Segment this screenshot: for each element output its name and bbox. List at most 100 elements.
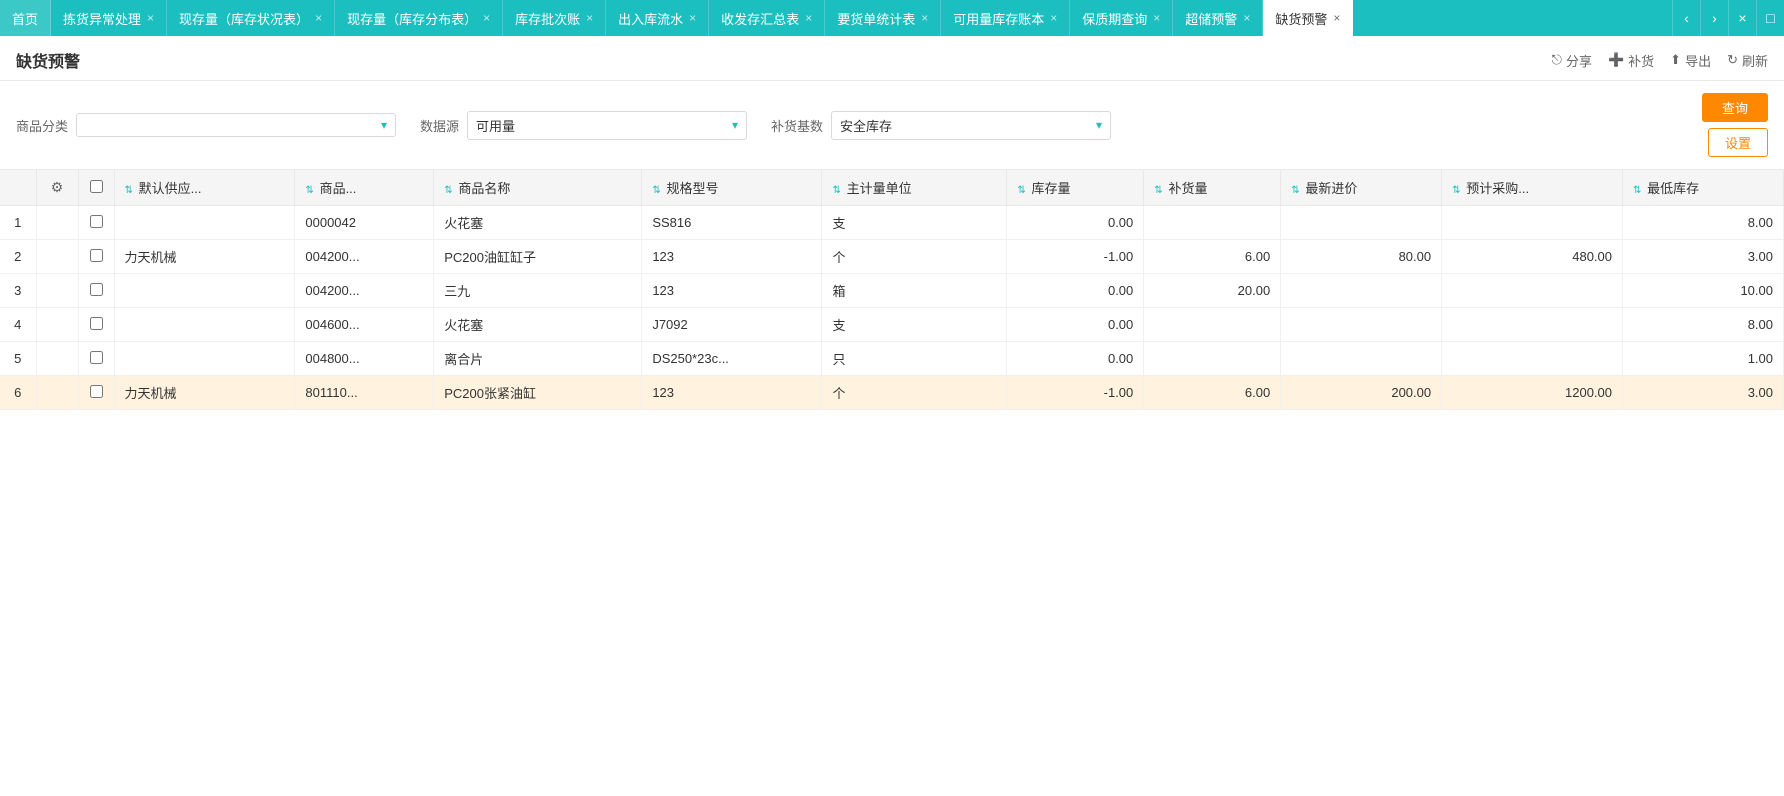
row-checkbox-cell-1: [78, 240, 114, 274]
tab-close-all[interactable]: ×: [1728, 0, 1756, 36]
tab-scroll-left[interactable]: ‹: [1672, 0, 1700, 36]
tab-close-10[interactable]: ×: [1243, 11, 1250, 25]
replenish-icon: ➕: [1608, 52, 1624, 68]
row-checkbox-2[interactable]: [90, 283, 103, 296]
select-all-checkbox[interactable]: [90, 180, 103, 193]
tab-label-4: 库存批次账: [515, 9, 580, 28]
tab-item-6[interactable]: 收发存汇总表×: [709, 0, 825, 36]
col-header-spec[interactable]: ⇅ 规格型号: [642, 170, 822, 206]
col-header-num: [0, 170, 36, 206]
row-checkbox-0[interactable]: [90, 215, 103, 228]
tab-close-6[interactable]: ×: [805, 11, 812, 25]
row-checkbox-3[interactable]: [90, 317, 103, 330]
cell-estimated_purchase-4: [1442, 342, 1623, 376]
cell-latest_price-2: [1281, 274, 1442, 308]
cell-min_stock-0: 8.00: [1623, 206, 1784, 240]
tab-item-8[interactable]: 可用量库存账本 ×: [941, 0, 1070, 36]
datasource-select[interactable]: 可用量 ▾: [467, 111, 747, 140]
row-checkbox-4[interactable]: [90, 351, 103, 364]
cell-spec-2: 123: [642, 274, 822, 308]
tab-item-4[interactable]: 库存批次账 ×: [503, 0, 606, 36]
replenish-select[interactable]: 安全库存 ▾: [831, 111, 1111, 140]
cell-estimated_purchase-2: [1442, 274, 1623, 308]
col-header-checkbox: [78, 170, 114, 206]
row-num-0: 1: [0, 206, 36, 240]
category-select[interactable]: ▾: [76, 113, 396, 137]
tab-item-9[interactable]: 保质期查询 ×: [1070, 0, 1173, 36]
col-header-min_stock[interactable]: ⇅ 最低库存: [1623, 170, 1784, 206]
row-checkbox-cell-2: [78, 274, 114, 308]
row-num-4: 5: [0, 342, 36, 376]
col-label-product_code: 商品...: [320, 181, 357, 196]
cell-product_code-0: 0000042: [295, 206, 434, 240]
cell-unit-5: 个: [822, 376, 1007, 410]
cell-replenish_qty-5: 6.00: [1144, 376, 1281, 410]
tab-item-10[interactable]: 超储预警×: [1173, 0, 1263, 36]
cell-stock-1: -1.00: [1007, 240, 1144, 274]
row-gear-3: [36, 308, 78, 342]
col-header-supplier[interactable]: ⇅ 默认供应...: [114, 170, 295, 206]
cell-stock-2: 0.00: [1007, 274, 1144, 308]
tab-close-5[interactable]: ×: [689, 11, 696, 25]
col-header-latest_price[interactable]: ⇅ 最新进价: [1281, 170, 1442, 206]
share-button[interactable]: ⎋ 分享: [1552, 51, 1592, 70]
query-button[interactable]: 查询: [1702, 93, 1768, 122]
cell-supplier-1: 力天机械: [114, 240, 295, 274]
cell-supplier-0: [114, 206, 295, 240]
cell-latest_price-1: 80.00: [1281, 240, 1442, 274]
tab-item-0[interactable]: 首页: [0, 0, 51, 36]
cell-product_name-0: 火花塞: [434, 206, 642, 240]
cell-unit-1: 个: [822, 240, 1007, 274]
table-row: 4004600...火花塞J7092支0.008.00: [0, 308, 1784, 342]
tab-item-3[interactable]: 现存量（库存分布表）×: [335, 0, 503, 36]
tab-close-2[interactable]: ×: [315, 11, 322, 25]
row-checkbox-1[interactable]: [90, 249, 103, 262]
tab-label-8: 可用量库存账本: [953, 9, 1044, 28]
replenish-filter-group: 补货基数 安全库存 ▾: [771, 111, 1111, 140]
tab-label-9: 保质期查询: [1082, 9, 1147, 28]
col-header-product_name[interactable]: ⇅ 商品名称: [434, 170, 642, 206]
tab-close-3[interactable]: ×: [483, 11, 490, 25]
cell-product_code-4: 004800...: [295, 342, 434, 376]
row-gear-5: [36, 376, 78, 410]
data-table: ⚙⇅ 默认供应...⇅ 商品...⇅ 商品名称⇅ 规格型号⇅ 主计量单位⇅ 库存…: [0, 170, 1784, 410]
table-body: 10000042火花塞SS816支0.008.002力天机械004200...P…: [0, 206, 1784, 410]
tab-item-5[interactable]: 出入库流水×: [606, 0, 709, 36]
col-header-unit[interactable]: ⇅ 主计量单位: [822, 170, 1007, 206]
cell-product_code-1: 004200...: [295, 240, 434, 274]
row-checkbox-5[interactable]: [90, 385, 103, 398]
tab-close-4[interactable]: ×: [586, 11, 593, 25]
settings-button[interactable]: 设置: [1708, 128, 1768, 157]
table-container: ⚙⇅ 默认供应...⇅ 商品...⇅ 商品名称⇅ 规格型号⇅ 主计量单位⇅ 库存…: [0, 170, 1784, 410]
tab-item-11[interactable]: 缺货预警×: [1263, 0, 1353, 36]
col-header-estimated_purchase[interactable]: ⇅ 预计采购...: [1442, 170, 1623, 206]
replenish-button[interactable]: ➕ 补货: [1608, 51, 1654, 70]
refresh-button[interactable]: ↻ 刷新: [1727, 51, 1768, 70]
gear-col-icon[interactable]: ⚙: [51, 179, 64, 195]
tab-close-11[interactable]: ×: [1333, 11, 1340, 25]
cell-replenish_qty-3: [1144, 308, 1281, 342]
cell-product_name-4: 离合片: [434, 342, 642, 376]
row-gear-0: [36, 206, 78, 240]
tab-item-2[interactable]: 现存量（库存状况表）×: [167, 0, 335, 36]
export-button[interactable]: ⬆ 导出: [1670, 51, 1711, 70]
cell-latest_price-0: [1281, 206, 1442, 240]
tab-item-1[interactable]: 拣货异常处理×: [51, 0, 167, 36]
col-label-stock: 库存量: [1032, 181, 1071, 196]
tab-close-8[interactable]: ×: [1050, 11, 1057, 25]
tab-item-7[interactable]: 要货单统计表×: [825, 0, 941, 36]
replenish-value: 安全库存: [840, 116, 892, 135]
tab-close-9[interactable]: ×: [1153, 11, 1160, 25]
sort-arrows-spec: ⇅: [652, 185, 663, 196]
sort-arrows-unit: ⇅: [832, 185, 843, 196]
tab-scroll-right[interactable]: ›: [1700, 0, 1728, 36]
cell-product_name-2: 三九: [434, 274, 642, 308]
cell-replenish_qty-0: [1144, 206, 1281, 240]
col-header-stock[interactable]: ⇅ 库存量: [1007, 170, 1144, 206]
col-header-product_code[interactable]: ⇅ 商品...: [295, 170, 434, 206]
tab-maximize[interactable]: □: [1756, 0, 1784, 36]
tab-close-7[interactable]: ×: [921, 11, 928, 25]
col-header-replenish_qty[interactable]: ⇅ 补货量: [1144, 170, 1281, 206]
tab-close-1[interactable]: ×: [147, 11, 154, 25]
table-row: 3004200...三九123箱0.0020.0010.00: [0, 274, 1784, 308]
